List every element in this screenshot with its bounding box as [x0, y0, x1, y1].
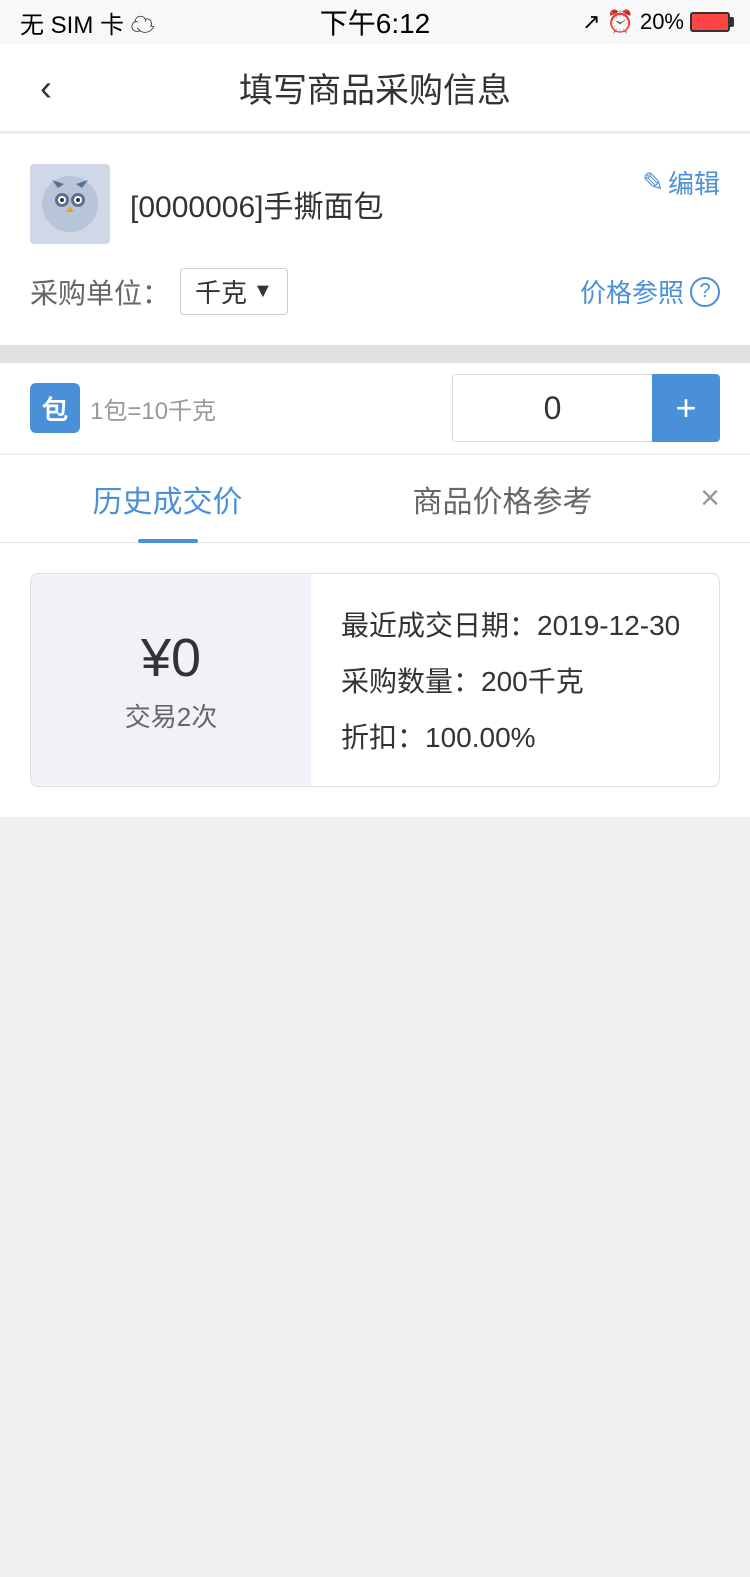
quantity-unit: 包 1包=10千克: [30, 383, 216, 433]
quantity-row: 包 1包=10千克 +: [0, 363, 750, 453]
status-left: 无 SIM 卡 ☁: [20, 5, 155, 40]
price-card: ¥0 交易2次 最近成交日期：2019-12-30 采购数量：200千克 折扣：…: [30, 573, 720, 787]
quantity-detail-label: 采购数量：: [341, 666, 481, 697]
card-price: ¥0: [141, 627, 201, 689]
product-unit-row: 采购单位： 千克 ▼ 价格参照 ?: [30, 268, 720, 315]
product-section: [0000006]手撕面包 ✎ 编辑 采购单位： 千克 ▼ 价格参照 ?: [0, 134, 750, 345]
dropdown-arrow-icon: ▼: [253, 280, 273, 303]
card-right: 最近成交日期：2019-12-30 采购数量：200千克 折扣：100.00%: [311, 574, 719, 786]
discount-label: 折扣：: [341, 722, 425, 753]
battery-percent: 20%: [640, 9, 684, 35]
product-thumbnail: [30, 164, 110, 244]
page-header: ‹ 填写商品采购信息: [0, 44, 750, 132]
sim-text: 无 SIM 卡 ☁: [20, 5, 155, 40]
page-title: 填写商品采购信息: [239, 63, 511, 112]
recent-date-value: 2019-12-30: [537, 610, 680, 641]
card-left: ¥0 交易2次: [31, 574, 311, 786]
tabs-row: 历史成交价 商品价格参考 ×: [0, 455, 750, 543]
status-time: 下午6:12: [320, 2, 431, 42]
unit-box: 包: [30, 383, 80, 433]
product-left: [0000006]手撕面包: [30, 164, 383, 244]
tab-product-label: 商品价格参考: [413, 477, 593, 521]
status-right: ↗ ⏰ 20%: [582, 9, 730, 35]
price-ref-button[interactable]: 价格参照 ?: [580, 273, 720, 310]
quantity-input[interactable]: [452, 374, 652, 442]
edit-label: 编辑: [668, 164, 720, 201]
card-trades: 交易2次: [125, 697, 217, 734]
nav-icon: ↗: [582, 9, 600, 35]
price-ref-label: 价格参照: [580, 273, 684, 310]
quantity-detail-value: 200千克: [481, 666, 584, 697]
bottom-panel: 历史成交价 商品价格参考 × ¥0 交易2次 最近成交日期：2019-12-30…: [0, 455, 750, 817]
main-background: [0, 817, 750, 1577]
card-container: ¥0 交易2次 最近成交日期：2019-12-30 采购数量：200千克 折扣：…: [0, 543, 750, 817]
question-icon: ?: [690, 277, 720, 307]
product-header: [0000006]手撕面包 ✎ 编辑: [30, 164, 720, 244]
discount-value: 100.00%: [425, 722, 536, 753]
discount-line: 折扣：100.00%: [341, 716, 689, 756]
unit-label: 采购单位：: [30, 272, 170, 312]
status-bar: 无 SIM 卡 ☁ 下午6:12 ↗ ⏰ 20%: [0, 0, 750, 44]
quantity-input-group: +: [452, 374, 720, 442]
plus-button[interactable]: +: [652, 374, 720, 442]
gray-divider: [0, 345, 750, 363]
edit-button[interactable]: ✎ 编辑: [642, 164, 720, 201]
tab-history-price[interactable]: 历史成交价: [0, 455, 335, 543]
close-button[interactable]: ×: [670, 455, 750, 543]
purchase-quantity-line: 采购数量：200千克: [341, 660, 689, 700]
product-name: [0000006]手撕面包: [130, 182, 383, 226]
back-button[interactable]: ‹: [30, 57, 62, 119]
tab-product-price[interactable]: 商品价格参考: [335, 455, 670, 543]
battery-icon: [690, 12, 730, 32]
unit-dropdown[interactable]: 千克 ▼: [180, 268, 288, 315]
product-logo-icon: [40, 174, 100, 234]
unit-conversion: 1包=10千克: [90, 391, 216, 426]
recent-date-line: 最近成交日期：2019-12-30: [341, 604, 689, 644]
alarm-icon: ⏰: [607, 9, 634, 35]
recent-date-label: 最近成交日期：: [341, 610, 537, 641]
edit-icon: ✎: [642, 167, 664, 198]
tab-history-label: 历史成交价: [93, 477, 243, 521]
unit-value: 千克: [195, 273, 247, 310]
